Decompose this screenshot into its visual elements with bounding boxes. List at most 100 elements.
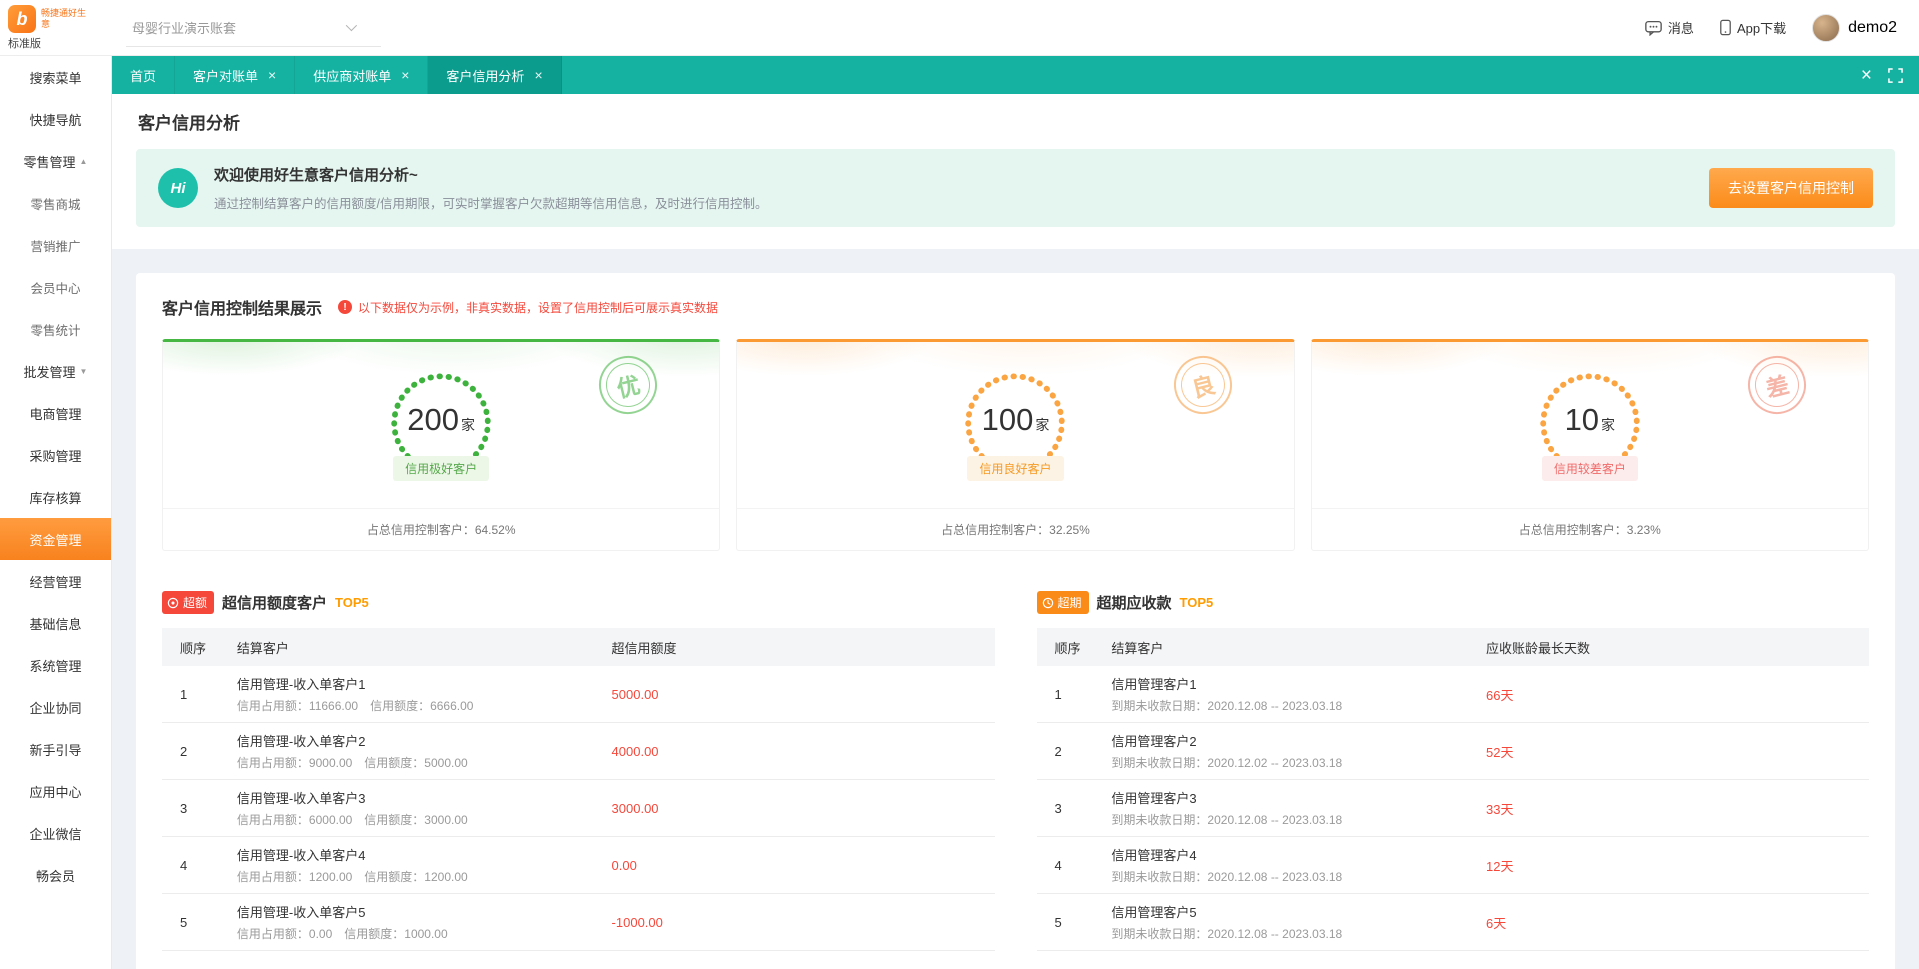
messages-label: 消息 [1667, 21, 1694, 36]
credit-level-badge: 信用良好客户 [967, 456, 1064, 481]
brand-logo-icon: b [8, 5, 36, 33]
banner-title: 欢迎使用好生意客户信用分析~ [214, 167, 418, 184]
sidebar-item-label: 新手引导 [29, 742, 82, 758]
tab-home[interactable]: 首页 [112, 56, 176, 94]
over-limit-badge: 超额 [162, 591, 215, 614]
sidebar-item-label: 畅会员 [35, 868, 75, 884]
tab-close-icon[interactable]: × [401, 68, 409, 82]
table-row: 3 信用管理客户3 到期未收款日期：2020.12.08 -- 2023.03.1… [1036, 780, 1869, 837]
tab-customer-credit-analysis[interactable]: 客户信用分析 × [428, 56, 562, 94]
collapse-arrow-icon: ▲ [79, 156, 88, 166]
sidebar-item-retail-stats[interactable]: 零售统计 [0, 308, 111, 350]
alert-icon: ! [338, 300, 353, 314]
note-text: 以下数据仅为示例，非真实数据，设置了信用控制后可展示真实数据 [358, 300, 719, 315]
tab-label: 客户信用分析 [446, 68, 525, 84]
sidebar-item-label: 零售统计 [30, 323, 81, 338]
tab-close-icon[interactable]: × [534, 68, 542, 82]
sidebar-group-retail[interactable]: 零售管理 ▲ [0, 140, 111, 182]
sidebar-item-operations[interactable]: 经营管理 [0, 560, 111, 602]
sidebar-item-label: 快捷导航 [29, 112, 82, 128]
message-bubble-icon [1645, 20, 1662, 36]
user-menu[interactable]: demo2 [1812, 13, 1897, 42]
tab-supplier-statement[interactable]: 供应商对账单 × [295, 56, 429, 94]
sidebar-item-label: 电商管理 [29, 406, 82, 422]
sidebar-item-funds[interactable]: 资金管理 [0, 518, 111, 560]
credit-result-card: 客户信用控制结果展示 ! 以下数据仅为示例，非真实数据，设置了信用控制后可展示真… [136, 273, 1895, 969]
sidebar-item-label: 基础信息 [29, 616, 82, 632]
tab-label: 供应商对账单 [313, 68, 392, 84]
customer-count: 10 [1564, 402, 1600, 437]
grade-stamp-poor: 差 [1741, 349, 1813, 421]
tab-label: 首页 [130, 68, 157, 84]
username: demo2 [1848, 18, 1897, 36]
hi-icon: Hi [158, 168, 198, 208]
table-title: 超期应收款 [1096, 595, 1172, 612]
sidebar-item-search-menu[interactable]: 搜索菜单 [0, 56, 111, 98]
table-row: 4 信用管理客户4 到期未收款日期：2020.12.08 -- 2023.03.1… [1036, 837, 1869, 894]
tab-customer-statement[interactable]: 客户对账单 × [175, 56, 296, 94]
sidebar-item-wecom[interactable]: 企业微信 [0, 812, 111, 854]
table-header: 顺序 结算客户 应收账龄最长天数 [1036, 628, 1869, 666]
brand-name: 畅捷通好生意 [41, 8, 87, 29]
credit-level-badge: 信用较差客户 [1541, 456, 1638, 481]
sidebar-item-app-center[interactable]: 应用中心 [0, 770, 111, 812]
sidebar-item-label: 经营管理 [29, 574, 82, 590]
setup-credit-control-button[interactable]: 去设置客户信用控制 [1709, 168, 1873, 208]
grade-stamp-good: 良 [1167, 349, 1238, 421]
sidebar-item-quick-nav[interactable]: 快捷导航 [0, 98, 111, 140]
sidebar-group-wholesale[interactable]: 批发管理 ▼ [0, 350, 111, 392]
sidebar-item-purchasing[interactable]: 采购管理 [0, 434, 111, 476]
count-unit: 家 [1601, 417, 1616, 433]
good-credit-card: 良 100 家 信用良好客户 占总信用控制客户：32.25% [736, 339, 1295, 551]
messages-button[interactable]: 消息 [1645, 18, 1694, 37]
ranking-tables: 超额 超信用额度客户 TOP5 顺序 结算客户 超信用额度 1 信用管理-收入单… [162, 591, 1869, 951]
sidebar-item-ecommerce[interactable]: 电商管理 [0, 392, 111, 434]
chevron-down-icon [345, 19, 358, 32]
table-row: 1 信用管理-收入单客户1 信用占用额：11666.00 信用额度：6666.00… [162, 666, 995, 723]
table-row: 1 信用管理客户1 到期未收款日期：2020.12.08 -- 2023.03.1… [1036, 666, 1869, 723]
account-book-select[interactable]: 母婴行业演示账套 [126, 9, 381, 47]
sidebar-item-label: 搜索菜单 [29, 70, 82, 86]
sidebar-item-beginner-guide[interactable]: 新手引导 [0, 728, 111, 770]
sidebar-item-label: 营销推广 [30, 239, 81, 254]
table-row: 5 信用管理-收入单客户5 信用占用额：0.00 信用额度：1000.00 -10… [162, 894, 995, 951]
page-title: 客户信用分析 [138, 114, 240, 133]
sidebar-item-inventory[interactable]: 库存核算 [0, 476, 111, 518]
sidebar-item-chang-member[interactable]: 畅会员 [0, 854, 111, 896]
app-logo: b 畅捷通好生意 标准版 [0, 0, 112, 55]
overdue-receivables-table: 超期 超期应收款 TOP5 顺序 结算客户 应收账龄最长天数 1 信用管理客户1… [1036, 591, 1869, 951]
over-credit-limit-table: 超额 超信用额度客户 TOP5 顺序 结算客户 超信用额度 1 信用管理-收入单… [162, 591, 995, 951]
share-label: 占总信用控制客户：64.52% [163, 508, 720, 550]
banner-description: 通过控制结算客户的信用额度/信用期限，可实时掌握客户欠款超期等信用信息，及时进行… [214, 197, 768, 211]
tab-label: 客户对账单 [193, 68, 259, 84]
sidebar-item-marketing[interactable]: 营销推广 [0, 224, 111, 266]
sidebar-item-retail-mall[interactable]: 零售商城 [0, 182, 111, 224]
table-row: 2 信用管理-收入单客户2 信用占用额：9000.00 信用额度：5000.00 … [162, 723, 995, 780]
account-book-value: 母婴行业演示账套 [132, 20, 237, 36]
poor-credit-card: 差 10 家 信用较差客户 占总信用控制客户：3.23% [1310, 339, 1869, 551]
section-title: 客户信用控制结果展示 [162, 301, 323, 318]
credit-summary-row: 优 200 家 信用极好客户 占总信用控制客户：64.52% 良 100 家 信… [162, 339, 1869, 551]
customer-count: 200 [407, 402, 460, 437]
close-all-tabs-icon[interactable]: × [1861, 66, 1872, 85]
sidebar-item-label: 零售商城 [30, 197, 81, 212]
table-title: 超信用额度客户 [222, 595, 328, 612]
fullscreen-icon[interactable] [1888, 67, 1903, 83]
sidebar-item-enterprise-collab[interactable]: 企业协同 [0, 686, 111, 728]
credit-level-badge: 信用极好客户 [393, 456, 490, 481]
app-download-button[interactable]: App下载 [1720, 18, 1786, 37]
tab-bar: 首页 客户对账单 × 供应商对账单 × 客户信用分析 × × [112, 56, 1919, 94]
top5-label: TOP5 [1179, 595, 1214, 610]
sidebar-item-label: 资金管理 [29, 532, 82, 548]
sidebar-item-system[interactable]: 系统管理 [0, 644, 111, 686]
count-unit: 家 [1035, 417, 1050, 433]
sidebar-item-member-center[interactable]: 会员中心 [0, 266, 111, 308]
expand-arrow-icon: ▼ [79, 366, 88, 376]
app-download-label: App下载 [1736, 21, 1787, 36]
tab-close-icon[interactable]: × [268, 68, 276, 82]
top-bar: b 畅捷通好生意 标准版 母婴行业演示账套 消息 App下载 demo2 [0, 0, 1919, 56]
target-icon [167, 597, 179, 608]
phone-icon [1720, 19, 1731, 36]
sidebar-item-label: 零售管理 [23, 154, 76, 170]
sidebar-item-basic-info[interactable]: 基础信息 [0, 602, 111, 644]
